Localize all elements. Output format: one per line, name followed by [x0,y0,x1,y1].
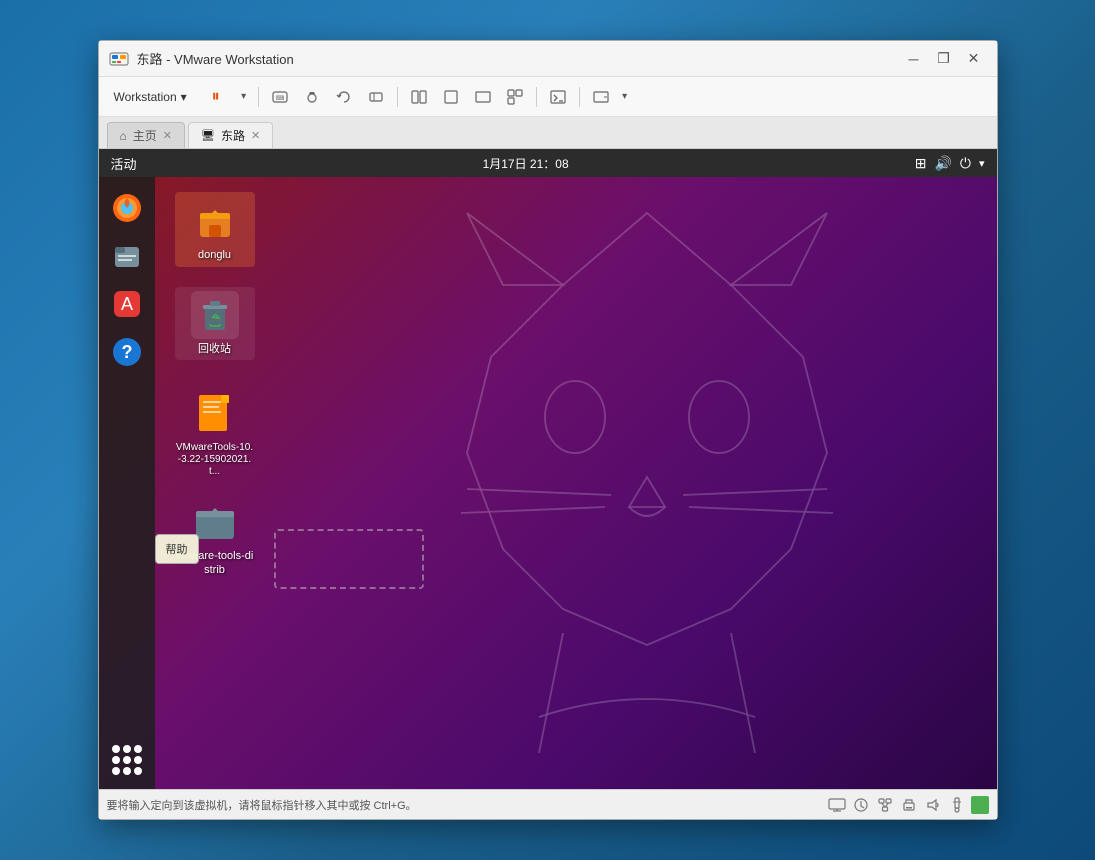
vm-icon: 🖥 [201,129,215,142]
snapshot-button[interactable] [297,83,327,111]
vmware-icon [109,49,129,69]
dropdown-arrow: ▾ [181,90,187,104]
status-icons [827,795,989,815]
status-network-icon[interactable] [875,795,895,815]
home-folder-label: donglu [198,249,231,262]
desktop-icon-trash[interactable]: 回收站 [175,287,255,360]
status-sound-icon[interactable] [923,795,943,815]
vmtools-popup: 帮助 [155,534,199,564]
ubuntu-dock: A ? [99,177,155,789]
grid-dots-icon [112,745,142,775]
minimize-button[interactable]: ─ [901,46,927,72]
trash-img [191,291,239,339]
status-bar: 要将输入定向到该虚拟机，请将鼠标指针移入其中或按 Ctrl+G。 [99,789,997,819]
tab-donglu-close[interactable]: ✕ [251,129,260,142]
full-screen[interactable] [468,83,498,111]
pause-button[interactable]: ⏸ [198,83,234,111]
view-dropdown[interactable]: ▾ [618,83,632,111]
dock-appstore[interactable]: A [106,283,148,325]
vmware-window: 东路 - VMware Workstation ─ ❐ ✕ Workstatio… [98,40,998,820]
pause-dropdown[interactable]: ▾ [236,83,252,111]
vmtools-file-label: VMwareTools-10.-3.22-15902021.t... [175,442,255,478]
status-connected-icon [971,796,989,814]
status-update-icon[interactable] [851,795,871,815]
tab-donglu-label: 东路 [221,127,245,144]
vm-content: 活动 1月17日 21：08 ⊞ 🔊 ⏻ ▾ [99,149,997,789]
svg-text:⌨: ⌨ [275,95,284,102]
window-title: 东路 - VMware Workstation [137,49,901,68]
cat-illustration [297,177,997,777]
tab-bar: ⌂ 主页 ✕ 🖥 东路 ✕ [99,117,997,149]
tab-donglu[interactable]: 🖥 东路 ✕ [188,122,273,148]
desktop-icon-vmtools[interactable]: VMwareTools-10.-3.22-15902021.t... [175,390,255,478]
workstation-label: Workstation [114,90,177,104]
view-options[interactable] [586,83,616,111]
home-folder-img [191,197,239,245]
status-text: 要将输入定向到该虚拟机，请将鼠标指针移入其中或按 Ctrl+G。 [107,797,827,813]
vmtools-file-img [191,390,239,438]
popup-label: 帮助 [166,544,188,556]
dock-firefox[interactable] [106,187,148,229]
ubuntu-topbar: 活动 1月17日 21：08 ⊞ 🔊 ⏻ ▾ [99,149,997,177]
trash-label: 回收站 [198,343,231,356]
dock-files[interactable] [106,235,148,277]
split-view[interactable] [404,83,434,111]
dock-help[interactable]: ? [106,331,148,373]
status-print-icon[interactable] [899,795,919,815]
topbar-right: ⊞ 🔊 ⏻ ▾ [915,155,985,172]
ubuntu-desktop[interactable]: 活动 1月17日 21：08 ⊞ 🔊 ⏻ ▾ [99,149,997,789]
send-ctrl-alt-del[interactable]: ⌨ [265,83,295,111]
desktop-icon-home[interactable]: donglu [175,192,255,267]
restore-button[interactable]: ❐ [931,46,957,72]
separator-2 [397,87,398,107]
workstation-menu[interactable]: Workstation ▾ [105,83,196,111]
svg-text:?: ? [121,342,132,362]
window-controls: ─ ❐ ✕ [901,46,987,72]
dock-show-apps[interactable] [106,739,148,781]
tab-home[interactable]: ⌂ 主页 ✕ [107,122,185,148]
activities-label[interactable]: 活动 [111,154,137,173]
network-icon: ⊞ [915,155,927,172]
status-usb-icon[interactable] [947,795,967,815]
toolbar: Workstation ▾ ⏸ ▾ ⌨ [99,77,997,117]
tab-home-close[interactable]: ✕ [163,129,172,142]
console-view[interactable] [543,83,573,111]
title-bar: 东路 - VMware Workstation ─ ❐ ✕ [99,41,997,77]
home-icon: ⌂ [120,129,127,143]
separator-3 [536,87,537,107]
status-vm-icon[interactable] [827,795,847,815]
sound-icon: 🔊 [934,155,951,172]
topbar-time: 1月17日 21：08 [483,155,569,172]
svg-text:A: A [120,294,132,314]
close-button[interactable]: ✕ [961,46,987,72]
suspend-button[interactable] [361,83,391,111]
power-icon: ⏻ [960,155,971,172]
separator-1 [258,87,259,107]
revert-snapshot[interactable] [329,83,359,111]
unity-mode[interactable] [500,83,530,111]
separator-4 [579,87,580,107]
topbar-dropdown[interactable]: ▾ [979,157,985,170]
selection-area [274,529,424,589]
tab-home-label: 主页 [133,127,157,144]
single-view[interactable] [436,83,466,111]
